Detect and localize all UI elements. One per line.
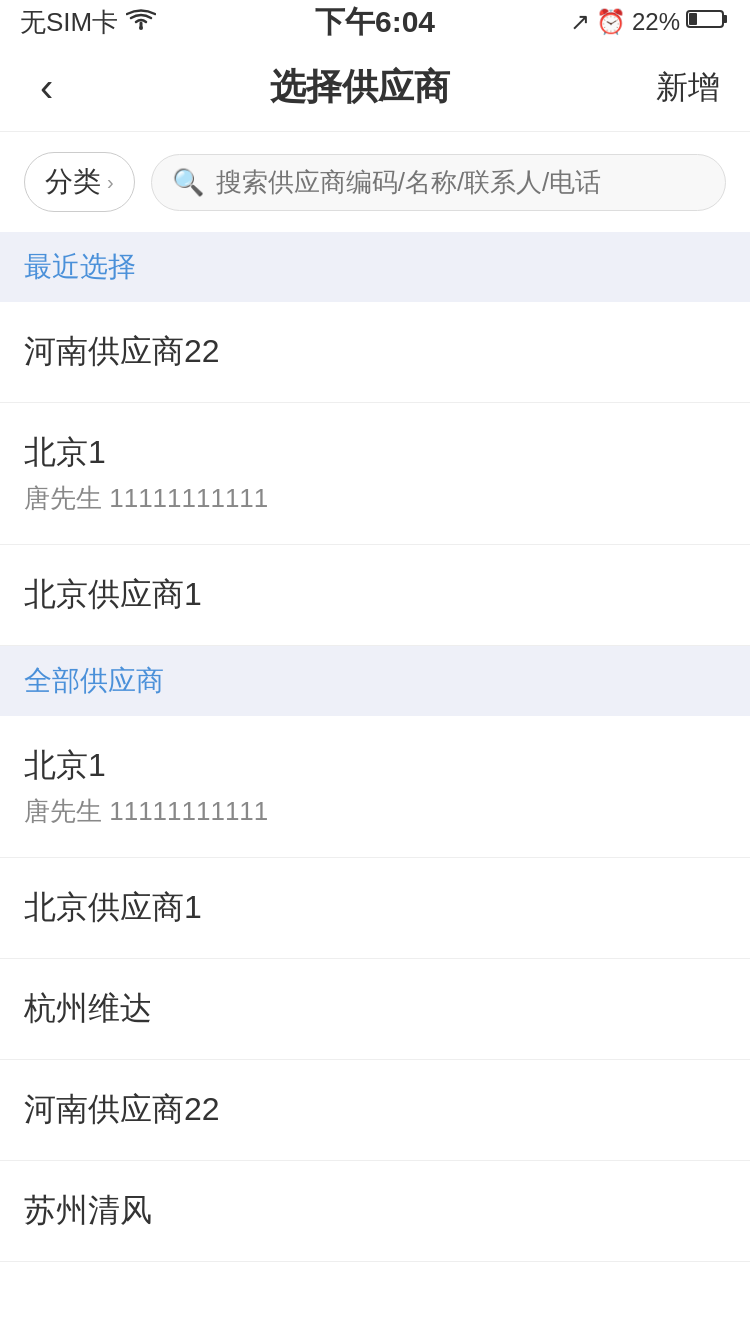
nav-bar: ‹ 选择供应商 新增 — [0, 44, 750, 132]
no-sim-text: 无SIM卡 — [20, 5, 118, 40]
status-bar: 无SIM卡 下午6:04 ↗ ⏰ 22% — [0, 0, 750, 44]
category-label: 分类 — [45, 163, 101, 201]
item-name: 河南供应商22 — [24, 1088, 726, 1132]
status-right: ↗ ⏰ 22% — [570, 8, 730, 36]
list-item[interactable]: 北京1 唐先生 11111111111 — [0, 403, 750, 545]
battery-icon — [686, 8, 730, 36]
item-sub: 唐先生 11111111111 — [24, 481, 726, 516]
wifi-icon — [126, 7, 156, 38]
chevron-right-icon: › — [107, 171, 114, 194]
item-name: 北京供应商1 — [24, 886, 726, 930]
page-title: 选择供应商 — [270, 63, 450, 112]
category-button[interactable]: 分类 › — [24, 152, 135, 212]
alarm-icon: ⏰ — [596, 8, 626, 36]
filter-bar: 分类 › 🔍 — [0, 132, 750, 232]
svg-rect-3 — [689, 13, 697, 25]
battery-percent: 22% — [632, 8, 680, 36]
list-item[interactable]: 北京供应商1 — [0, 858, 750, 959]
item-name: 北京1 — [24, 744, 726, 788]
item-name: 北京1 — [24, 431, 726, 475]
status-left: 无SIM卡 — [20, 5, 156, 40]
svg-point-0 — [139, 26, 143, 30]
location-icon: ↗ — [570, 8, 590, 36]
list-item[interactable]: 河南供应商22 — [0, 302, 750, 403]
search-box: 🔍 — [151, 154, 726, 211]
list-item[interactable]: 河南供应商22 — [0, 1060, 750, 1161]
list-item[interactable]: 北京供应商1 — [0, 545, 750, 646]
item-name: 苏州清风 — [24, 1189, 726, 1233]
item-name: 北京供应商1 — [24, 573, 726, 617]
section-header-recent: 最近选择 — [0, 232, 750, 302]
item-name: 杭州维达 — [24, 987, 726, 1031]
list-item[interactable]: 苏州清风 — [0, 1161, 750, 1262]
item-name: 河南供应商22 — [24, 330, 726, 374]
add-button[interactable]: 新增 — [656, 66, 720, 110]
section-header-all: 全部供应商 — [0, 646, 750, 716]
item-sub: 唐先生 11111111111 — [24, 794, 726, 829]
list-item[interactable]: 杭州维达 — [0, 959, 750, 1060]
search-input[interactable] — [216, 167, 705, 198]
list-item[interactable]: 北京1 唐先生 11111111111 — [0, 716, 750, 858]
status-time: 下午6:04 — [315, 2, 435, 43]
back-button[interactable]: ‹ — [30, 55, 63, 120]
svg-rect-2 — [723, 15, 727, 23]
sections-container: 最近选择河南供应商22 北京1 唐先生 11111111111 北京供应商1 全部供应商… — [0, 232, 750, 1262]
search-icon: 🔍 — [172, 167, 204, 198]
